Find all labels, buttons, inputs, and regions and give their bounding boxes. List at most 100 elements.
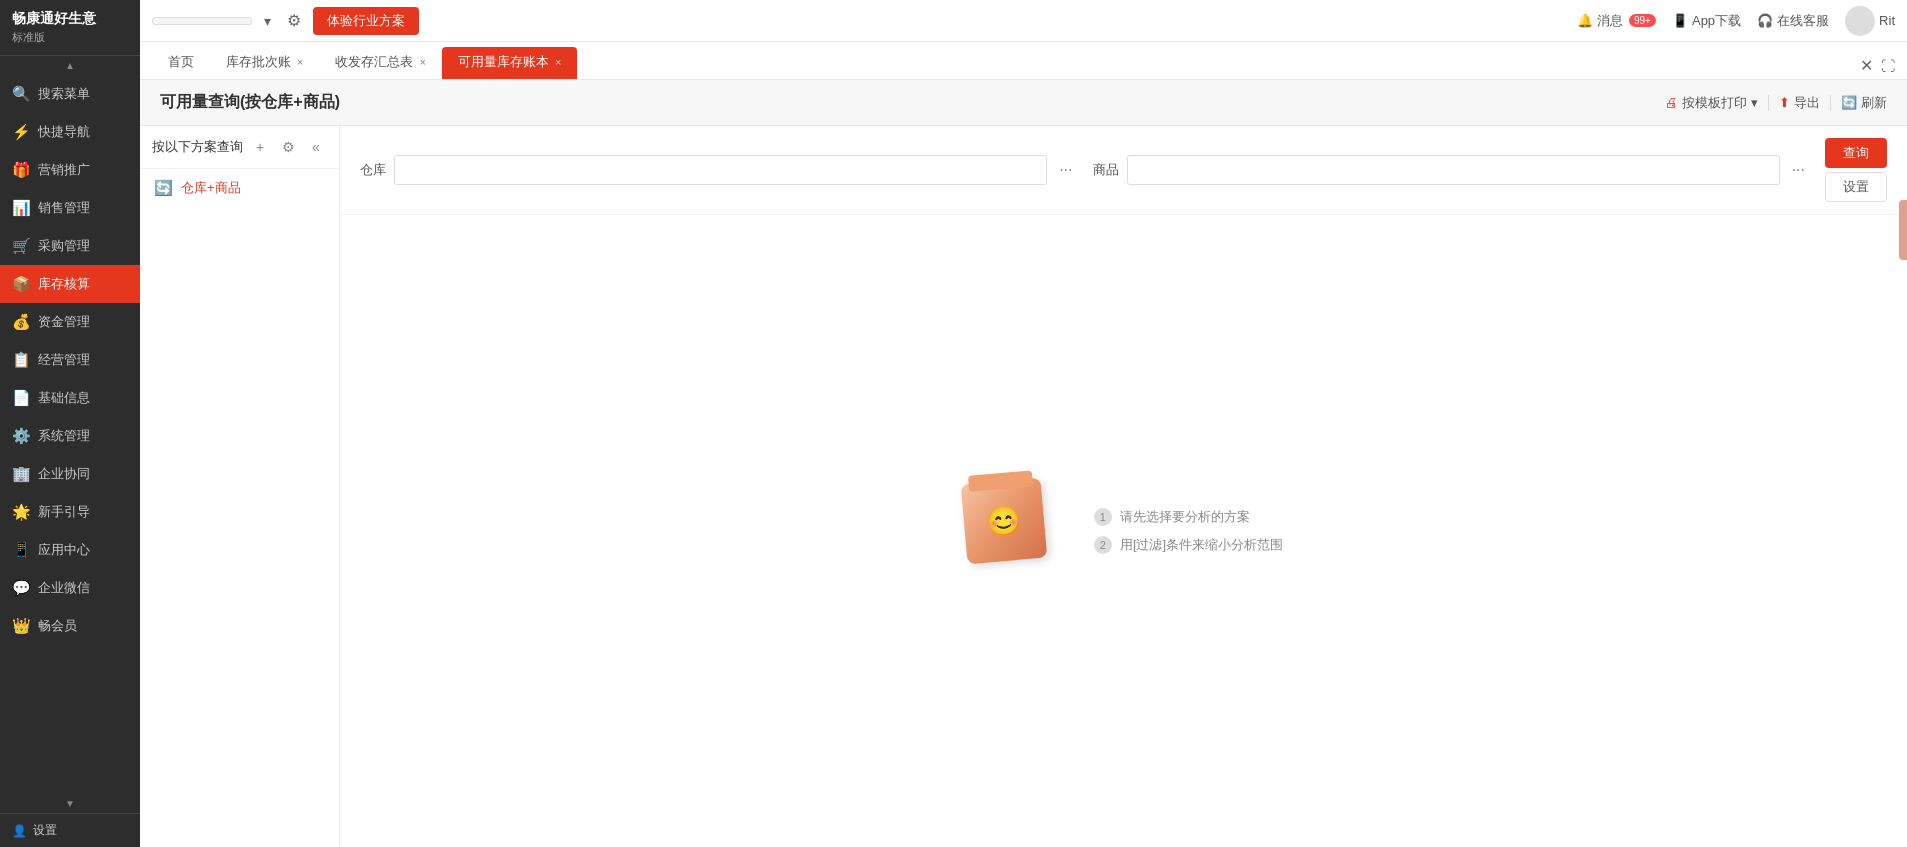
topbar: ▾ ⚙ 体验行业方案 🔔 消息 99+ 📱 App下载 🎧 在线客服 Rit (140, 0, 1907, 42)
filter-panel-title: 按以下方案查询 (152, 138, 243, 156)
divider-1 (1768, 95, 1769, 111)
sidebar-item-guide[interactable]: 🌟 新手引导 (0, 493, 140, 531)
messages-button[interactable]: 🔔 消息 99+ (1577, 12, 1656, 30)
sidebar-item-finance[interactable]: 💰 资金管理 (0, 303, 140, 341)
warehouse-field: 仓库 ··· (360, 155, 1077, 185)
tab-available-ledger[interactable]: 可用量库存账本 × (442, 47, 577, 79)
sales-icon: 📊 (12, 199, 30, 217)
query-settings-button[interactable]: 设置 (1825, 172, 1887, 202)
warehouse-label: 仓库 (360, 161, 386, 179)
tip-text-1: 请先选择要分析的方案 (1120, 508, 1250, 526)
breadcrumb-dropdown-button[interactable]: ▾ (260, 13, 275, 29)
tabs-bar: 首页 库存批次账 × 收发存汇总表 × 可用量库存账本 × ✕ ⛶ (140, 42, 1907, 80)
sidebar-item-marketing[interactable]: 🎁 营销推广 (0, 151, 140, 189)
search-icon: 🔍 (12, 85, 30, 103)
sidebar-item-enterprise[interactable]: 🏢 企业协同 (0, 455, 140, 493)
sidebar-item-wechat[interactable]: 💬 企业微信 (0, 569, 140, 607)
filter-add-button[interactable]: + (249, 136, 271, 158)
sidebar-bottom-label: 设置 (33, 822, 57, 839)
query-button[interactable]: 查询 (1825, 138, 1887, 168)
industry-solution-button[interactable]: 体验行业方案 (313, 7, 419, 35)
tab-batch-ledger-close[interactable]: × (297, 56, 303, 68)
refresh-label: 刷新 (1861, 94, 1887, 112)
tab-home-label: 首页 (168, 53, 194, 71)
refresh-button[interactable]: 🔄 刷新 (1841, 94, 1887, 112)
scroll-down-arrow[interactable]: ▼ (0, 794, 140, 813)
sidebar-item-system[interactable]: ⚙️ 系统管理 (0, 417, 140, 455)
online-service-button[interactable]: 🎧 在线客服 (1757, 12, 1829, 30)
sidebar-item-label: 新手引导 (38, 503, 90, 521)
divider-2 (1830, 95, 1831, 111)
tab-home[interactable]: 首页 (152, 47, 210, 79)
scroll-up-arrow[interactable]: ▲ (0, 56, 140, 75)
scrollbar-edge (1899, 200, 1907, 260)
sidebar-bottom-settings[interactable]: 👤 设置 (0, 813, 140, 847)
sidebar-item-label: 快捷导航 (38, 123, 90, 141)
main-content: ▾ ⚙ 体验行业方案 🔔 消息 99+ 📱 App下载 🎧 在线客服 Rit (140, 0, 1907, 847)
filter-item-warehouse-product[interactable]: 🔄 仓库+商品 (140, 169, 339, 207)
messages-badge: 99+ (1629, 14, 1656, 27)
tab-collection-summary[interactable]: 收发存汇总表 × (319, 47, 441, 79)
sidebar-item-purchase[interactable]: 🛒 采购管理 (0, 227, 140, 265)
filter-settings-button[interactable]: ⚙ (277, 136, 299, 158)
tab-collection-summary-close[interactable]: × (419, 56, 425, 68)
phone-icon: 📱 (1672, 13, 1688, 28)
sidebar-item-label: 销售管理 (38, 199, 90, 217)
filter-item-label: 仓库+商品 (181, 179, 241, 197)
sidebar-item-sales[interactable]: 📊 销售管理 (0, 189, 140, 227)
sidebar-item-label: 畅会员 (38, 617, 77, 635)
sidebar-item-operations[interactable]: 📋 经营管理 (0, 341, 140, 379)
filter-panel: 按以下方案查询 + ⚙ « 🔄 仓库+商品 (140, 126, 340, 847)
inventory-icon: 📦 (12, 275, 30, 293)
page-header-actions: 🖨 按模板打印 ▾ ⬆ 导出 🔄 刷新 (1665, 94, 1887, 112)
sidebar-item-search[interactable]: 🔍 搜索菜单 (0, 75, 140, 113)
query-area: 仓库 ··· 商品 ··· 查询 设置 (340, 126, 1907, 847)
sidebar-item-label: 营销推广 (38, 161, 90, 179)
tip-number-2: 2 (1094, 536, 1112, 554)
app-logo: 畅康通好生意 标准版 (0, 0, 140, 56)
product-input[interactable] (1127, 155, 1780, 185)
sidebar-item-member[interactable]: 👑 畅会员 (0, 607, 140, 645)
filter-collapse-button[interactable]: « (305, 136, 327, 158)
topbar-right: 🔔 消息 99+ 📱 App下载 🎧 在线客服 Rit (1577, 6, 1895, 36)
query-buttons: 查询 设置 (1825, 138, 1887, 202)
print-icon: 🖨 (1665, 95, 1678, 110)
expand-button[interactable]: ⛶ (1881, 58, 1895, 74)
page-header: 可用量查询(按仓库+商品) 🖨 按模板打印 ▾ ⬆ 导出 🔄 刷新 (140, 80, 1907, 126)
topbar-gear-button[interactable]: ⚙ (283, 11, 305, 30)
export-button[interactable]: ⬆ 导出 (1779, 94, 1820, 112)
sidebar-item-label: 系统管理 (38, 427, 90, 445)
sidebar-item-label: 基础信息 (38, 389, 90, 407)
tab-batch-ledger-label: 库存批次账 (226, 53, 291, 71)
sidebar-item-label: 经营管理 (38, 351, 90, 369)
finance-icon: 💰 (12, 313, 30, 331)
sidebar-item-label: 企业协同 (38, 465, 90, 483)
product-field: 商品 ··· (1093, 155, 1810, 185)
sidebar-item-quick-nav[interactable]: ⚡ 快捷导航 (0, 113, 140, 151)
filter-header-actions: + ⚙ « (249, 136, 327, 158)
print-button[interactable]: 🖨 按模板打印 ▾ (1665, 94, 1758, 112)
sidebar-item-basic-info[interactable]: 📄 基础信息 (0, 379, 140, 417)
empty-tip-1: 1 请先选择要分析的方案 (1094, 508, 1283, 526)
warehouse-input[interactable] (394, 155, 1047, 185)
filter-item-icon: 🔄 (154, 179, 173, 197)
app-download-label: App下载 (1692, 12, 1741, 30)
operations-icon: 📋 (12, 351, 30, 369)
user-profile[interactable]: Rit (1845, 6, 1895, 36)
bell-icon: 🔔 (1577, 13, 1593, 28)
tab-batch-ledger[interactable]: 库存批次账 × (210, 47, 319, 79)
app-download-button[interactable]: 📱 App下载 (1672, 12, 1741, 30)
tab-available-ledger-close[interactable]: × (555, 56, 561, 68)
tab-collection-summary-label: 收发存汇总表 (335, 53, 413, 71)
tip-text-2: 用[过滤]条件来缩小分析范围 (1120, 536, 1283, 554)
sidebar-item-inventory[interactable]: 📦 库存核算 (0, 265, 140, 303)
content-area: 按以下方案查询 + ⚙ « 🔄 仓库+商品 仓库 ··· (140, 126, 1907, 847)
sidebar-item-label: 库存核算 (38, 275, 90, 293)
warehouse-dots-button[interactable]: ··· (1055, 161, 1076, 179)
product-dots-button[interactable]: ··· (1788, 161, 1809, 179)
sidebar-item-label: 采购管理 (38, 237, 90, 255)
messages-label: 消息 (1597, 12, 1623, 30)
app-center-icon: 📱 (12, 541, 30, 559)
close-tab-button[interactable]: ✕ (1860, 56, 1873, 75)
sidebar-item-app-center[interactable]: 📱 应用中心 (0, 531, 140, 569)
